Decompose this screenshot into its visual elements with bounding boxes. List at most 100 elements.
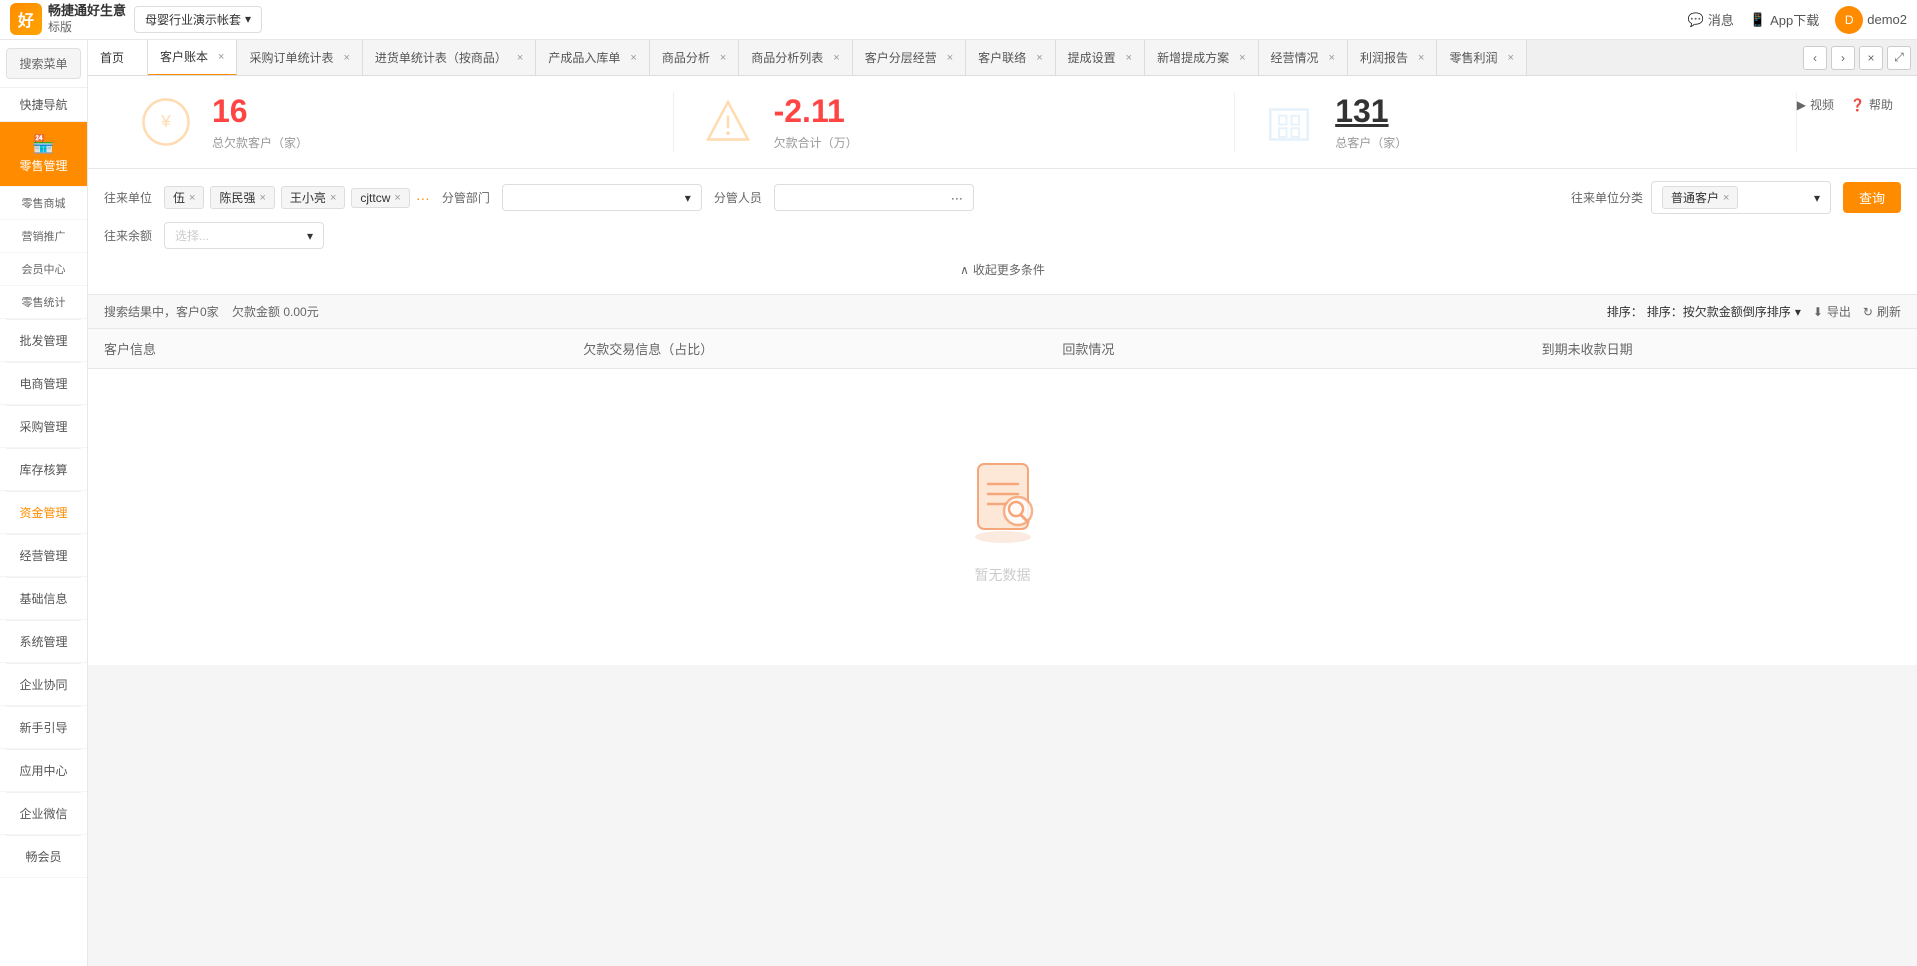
close-tab-purchase-order[interactable]: × [343, 52, 349, 64]
close-tab-retail-profit[interactable]: × [1507, 52, 1513, 64]
avatar: D [1835, 6, 1863, 34]
sidebar-item-purchase[interactable]: 采购管理 [0, 406, 87, 448]
filter-tag-4[interactable]: cjttcw × [351, 188, 409, 208]
sidebar-item-member[interactable]: 会员中心 [0, 253, 87, 286]
balance-placeholder: 选择... [175, 227, 209, 244]
close-tab-promo-settings[interactable]: × [1126, 52, 1132, 64]
tab-inbound-stats[interactable]: 进货单统计表（按商品） × [363, 40, 536, 76]
close-tab-profit-report[interactable]: × [1418, 52, 1424, 64]
close-tab-operations[interactable]: × [1329, 52, 1335, 64]
chevron-down-person: ··· [951, 191, 963, 205]
close-tab-inbound-stats[interactable]: × [517, 52, 523, 64]
query-button[interactable]: 查询 [1843, 182, 1901, 213]
person-filter-label: 分管人员 [714, 189, 762, 206]
close-tab-product-analysis-list[interactable]: × [833, 52, 839, 64]
remove-tag-4[interactable]: × [394, 192, 400, 204]
refresh-btn[interactable]: ↻ 刷新 [1863, 303, 1901, 320]
export-btn[interactable]: ⬇ 导出 [1813, 303, 1851, 320]
refresh-icon: ↻ [1863, 305, 1873, 319]
retail-mgmt-icon: 🏪 [6, 134, 81, 155]
data-table: 客户信息 欠款交易信息（占比） 回款情况 到期未收款日期 [88, 329, 1917, 665]
close-tab-customer-contact[interactable]: × [1036, 52, 1042, 64]
col-header-debt: 欠款交易信息（占比） [583, 339, 1062, 358]
classify-tag-normal[interactable]: 普通客户 × [1662, 186, 1738, 209]
tab-promo-settings[interactable]: 提成设置 × [1056, 40, 1145, 76]
product-inbound-tab-label: 产成品入库单 [548, 49, 620, 66]
result-info: 搜索结果中，客户0家 欠款金额 0.00元 [104, 303, 319, 320]
filter-classify: 往来单位分类 普通客户 × ▾ [1571, 181, 1831, 214]
app-download-btn[interactable]: 📱 App下载 [1750, 10, 1819, 29]
remove-tag-2[interactable]: × [259, 192, 265, 204]
dept-value [513, 189, 525, 206]
sidebar-item-inventory[interactable]: 库存核算 [0, 449, 87, 491]
search-menu-btn[interactable]: 搜索菜单 [6, 48, 81, 79]
tab-product-inbound[interactable]: 产成品入库单 × [536, 40, 649, 76]
tab-product-analysis[interactable]: 商品分析 × [650, 40, 739, 76]
tab-home[interactable]: 首页 [88, 40, 148, 76]
sidebar-item-retail-stats[interactable]: 零售统计 [0, 286, 87, 319]
topbar: 好 畅捷通好生意 标版 母婴行业演示帐套 ▾ 💬 消息 📱 App下载 D de… [0, 0, 1917, 40]
filter-tag-3[interactable]: 王小亮 × [281, 186, 345, 209]
filter-tags-more[interactable]: ··· [416, 190, 430, 206]
sort-select[interactable]: 排序： 排序：按欠款金额倒序排序 ▾ [1607, 303, 1801, 320]
collapse-filter-btn[interactable]: ∧ 收起更多条件 [104, 257, 1901, 282]
sidebar-item-business[interactable]: 经营管理 [0, 535, 87, 577]
message-btn[interactable]: 💬 消息 [1688, 10, 1734, 29]
quick-nav-btn[interactable]: 快捷导航 [0, 88, 87, 122]
close-tab-new-promo[interactable]: × [1239, 52, 1245, 64]
sidebar-item-retail-mall[interactable]: 零售商城 [0, 187, 87, 220]
remove-tag-3[interactable]: × [330, 192, 336, 204]
sidebar-item-new-guide[interactable]: 新手引导 [0, 707, 87, 749]
stat-label-3: 总客户（家） [1335, 134, 1407, 151]
maximize-btn[interactable]: ⤢ [1887, 46, 1911, 70]
filter-tag-2[interactable]: 陈民强 × [210, 186, 274, 209]
sidebar-item-enterprise-wechat[interactable]: 企业微信 [0, 793, 87, 835]
sidebar-item-system[interactable]: 系统管理 [0, 621, 87, 663]
nav-tab-scroll: 首页 客户账本 × 采购订单统计表 × 进货单统计表（按商品） × 产成品入库单… [88, 40, 1803, 76]
chevron-down-sort: ▾ [1795, 305, 1801, 319]
sidebar-item-app-center[interactable]: 应用中心 [0, 750, 87, 792]
balance-select[interactable]: 选择... ▾ [164, 222, 324, 249]
tab-retail-profit[interactable]: 零售利润 × [1437, 40, 1526, 76]
person-select[interactable]: ··· [774, 184, 974, 211]
dept-select[interactable]: ▾ [502, 184, 702, 211]
close-tab-product-analysis[interactable]: × [720, 52, 726, 64]
close-tab-product-inbound[interactable]: × [630, 52, 636, 64]
stat-card-debt-total: -2.11 欠款合计（万） [674, 92, 1236, 152]
sidebar-item-wholesale[interactable]: 批发管理 [0, 320, 87, 362]
scroll-left-btn[interactable]: ‹ [1803, 46, 1827, 70]
stat-info-3: 131 总客户（家） [1335, 93, 1407, 151]
scroll-right-btn[interactable]: › [1831, 46, 1855, 70]
sidebar-item-vip[interactable]: 畅会员 [0, 836, 87, 878]
tab-customer-contact[interactable]: 客户联络 × [966, 40, 1055, 76]
category-select[interactable]: 普通客户 × ▾ [1651, 181, 1831, 214]
sidebar-item-retail-mgmt[interactable]: 🏪 零售管理 [0, 122, 87, 187]
tab-customer-book[interactable]: 客户账本 × [148, 40, 237, 76]
remove-classify-tag[interactable]: × [1723, 192, 1729, 204]
close-tab-customer-tier[interactable]: × [947, 52, 953, 64]
tab-profit-report[interactable]: 利润报告 × [1348, 40, 1437, 76]
sidebar-item-basic-info[interactable]: 基础信息 [0, 578, 87, 620]
sidebar-item-marketing[interactable]: 营销推广 [0, 220, 87, 253]
sidebar-item-capital[interactable]: 资金管理 [0, 492, 87, 534]
profit-report-tab-label: 利润报告 [1360, 49, 1408, 66]
tab-product-analysis-list[interactable]: 商品分析列表 × [739, 40, 852, 76]
filter-tag-1[interactable]: 伍 × [164, 186, 204, 209]
close-all-btn[interactable]: × [1859, 46, 1883, 70]
tab-new-promo[interactable]: 新增提成方案 × [1145, 40, 1258, 76]
help-row: ▶ 视频 ❓ 帮助 [1797, 92, 1893, 113]
tab-customer-tier[interactable]: 客户分层经营 × [853, 40, 966, 76]
tab-purchase-order[interactable]: 采购订单统计表 × [237, 40, 362, 76]
demo-select[interactable]: 母婴行业演示帐套 ▾ [134, 6, 262, 33]
close-tab-customer-book[interactable]: × [218, 51, 224, 63]
help-link[interactable]: ❓ 帮助 [1850, 96, 1893, 113]
empty-icon [953, 449, 1053, 549]
sidebar-item-ecommerce[interactable]: 电商管理 [0, 363, 87, 405]
video-link[interactable]: ▶ 视频 [1797, 96, 1834, 113]
sidebar: 搜索菜单 快捷导航 🏪 零售管理 零售商城 营销推广 会员中心 零售统计 批发管… [0, 40, 88, 966]
tab-operations[interactable]: 经营情况 × [1259, 40, 1348, 76]
user-menu[interactable]: D demo2 [1835, 6, 1907, 34]
sidebar-item-enterprise-collab[interactable]: 企业协同 [0, 664, 87, 706]
remove-tag-1[interactable]: × [189, 192, 195, 204]
stat-card-customers-debt: ¥ 16 总欠款客户（家） [112, 92, 674, 152]
